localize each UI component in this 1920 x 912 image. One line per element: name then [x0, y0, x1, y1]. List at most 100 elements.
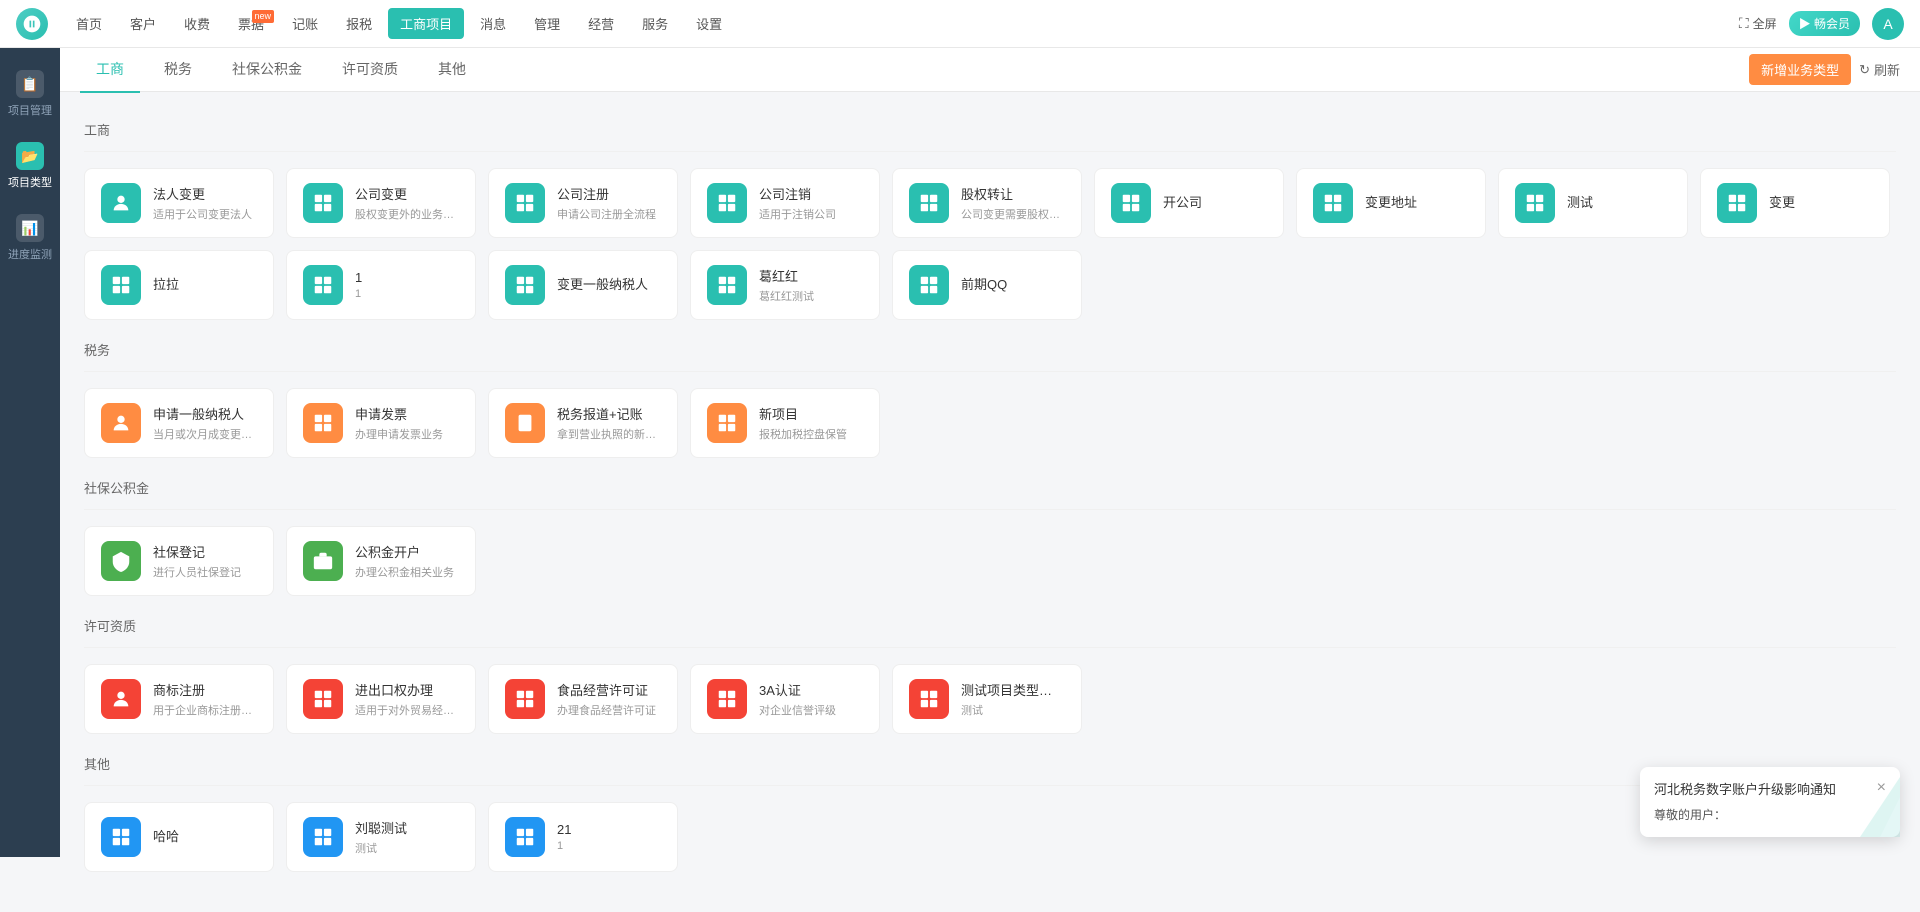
card-c2[interactable]: 公司变更 股权变更外的业务变更	[286, 168, 476, 238]
card-title-c4: 公司注销	[759, 184, 863, 203]
card-c8[interactable]: 测试	[1498, 168, 1688, 238]
card-text-s2: 公积金开户 办理公积金相关业务	[355, 542, 459, 580]
card-title-t1: 申请一般纳税人	[153, 404, 257, 423]
shebao-cards: 社保登记 进行人员社保登记 公积金开户 办理公积金相关业务	[84, 526, 1896, 596]
card-icon-s2	[303, 541, 343, 581]
card-q2[interactable]: 刘聪测试 测试	[286, 802, 476, 872]
tab-shebao[interactable]: 社保公积金	[216, 47, 318, 93]
nav-manage[interactable]: 管理	[522, 8, 572, 39]
card-c3[interactable]: 公司注册 申请公司注册全流程	[488, 168, 678, 238]
nav-service[interactable]: 服务	[630, 8, 680, 39]
card-icon-q3	[505, 817, 545, 857]
tab-gongshang[interactable]: 工商	[80, 47, 140, 93]
card-icon-c4	[707, 183, 747, 223]
card-x5[interactable]: 测试项目类型目定义 测试	[892, 664, 1082, 734]
card-desc-c3: 申请公司注册全流程	[557, 206, 661, 222]
card-c14[interactable]: 前期QQ	[892, 250, 1082, 320]
card-desc-q3: 1	[557, 840, 661, 852]
card-title-t3: 税务报道+记账	[557, 404, 661, 423]
card-icon-c1	[101, 183, 141, 223]
card-title-s1: 社保登记	[153, 542, 257, 561]
card-title-c5: 股权转让	[961, 184, 1065, 203]
nav-settings[interactable]: 设置	[684, 8, 734, 39]
xuke-cards: 商标注册 用于企业商标注册服务 进出口权办理 适用于对外贸易经营者 食品经营许可…	[84, 664, 1896, 734]
card-text-c12: 变更一般纳税人	[557, 274, 661, 296]
section-title-shuiwu: 税务	[84, 340, 1896, 359]
tab-xuke[interactable]: 许可资质	[326, 47, 414, 93]
card-c9[interactable]: 变更	[1700, 168, 1890, 238]
vip-btn[interactable]: ▶ 畅会员	[1789, 11, 1860, 36]
logo[interactable]	[16, 8, 48, 40]
card-t4[interactable]: 新项目 报税加税控盘保管	[690, 388, 880, 458]
divider-gongshang	[84, 151, 1896, 152]
card-text-t2: 申请发票 办理申请发票业务	[355, 404, 459, 442]
sidebar: 📋 项目管理 📂 项目类型 📊 进度监测	[0, 48, 60, 857]
project-type-icon: 📂	[16, 142, 44, 170]
nav-items: 首页 客户 收费 票据 new 记账 报税 工商项目 消息 管理 经营 服务 设…	[64, 8, 1739, 39]
card-text-s1: 社保登记 进行人员社保登记	[153, 542, 257, 580]
card-x4[interactable]: 3A认证 对企业信誉评级	[690, 664, 880, 734]
section-title-shebao: 社保公积金	[84, 478, 1896, 497]
sidebar-item-project-manage[interactable]: 📋 项目管理	[0, 60, 60, 128]
card-c13[interactable]: 葛红红 葛红红测试	[690, 250, 880, 320]
refresh-button[interactable]: ↻ 刷新	[1859, 60, 1900, 79]
card-icon-c8	[1515, 183, 1555, 223]
section-title-gongshang: 工商	[84, 120, 1896, 139]
card-c1[interactable]: 法人变更 适用于公司变更法人	[84, 168, 274, 238]
card-s1[interactable]: 社保登记 进行人员社保登记	[84, 526, 274, 596]
tab-shuiwu[interactable]: 税务	[148, 47, 208, 93]
card-text-q1: 哈哈	[153, 826, 257, 848]
card-x2[interactable]: 进出口权办理 适用于对外贸易经营者	[286, 664, 476, 734]
card-title-c10: 拉拉	[153, 274, 257, 293]
sidebar-item-progress[interactable]: 📊 进度监测	[0, 204, 60, 272]
card-c11[interactable]: 1 1	[286, 250, 476, 320]
nav-billing[interactable]: 收费	[172, 8, 222, 39]
card-icon-q1	[101, 817, 141, 857]
nav-message[interactable]: 消息	[468, 8, 518, 39]
card-desc-t1: 当月或次月成变更完成	[153, 426, 257, 442]
card-t2[interactable]: 申请发票 办理申请发票业务	[286, 388, 476, 458]
card-c10[interactable]: 拉拉	[84, 250, 274, 320]
new-badge: new	[252, 10, 275, 23]
card-c7[interactable]: 变更地址	[1296, 168, 1486, 238]
card-desc-t2: 办理申请发票业务	[355, 426, 459, 442]
card-icon-c7	[1313, 183, 1353, 223]
gongshang-cards: 法人变更 适用于公司变更法人 公司变更 股权变更外的业务变更 公司注册 申请公司…	[84, 168, 1896, 320]
card-s2[interactable]: 公积金开户 办理公积金相关业务	[286, 526, 476, 596]
nav-tax[interactable]: 报税	[334, 8, 384, 39]
nav-bookkeeping[interactable]: 记账	[280, 8, 330, 39]
nav-client[interactable]: 客户	[118, 8, 168, 39]
card-q1[interactable]: 哈哈	[84, 802, 274, 872]
card-title-q2: 刘聪测试	[355, 818, 459, 837]
card-text-c4: 公司注销 适用于注销公司	[759, 184, 863, 222]
card-x3[interactable]: 食品经营许可证 办理食品经营许可证	[488, 664, 678, 734]
card-c5[interactable]: 股权转让 公司变更需要股权转让	[892, 168, 1082, 238]
nav-business[interactable]: 工商项目	[388, 8, 464, 39]
nav-home[interactable]: 首页	[64, 8, 114, 39]
card-icon-c3	[505, 183, 545, 223]
card-text-c2: 公司变更 股权变更外的业务变更	[355, 184, 459, 222]
card-icon-c11	[303, 265, 343, 305]
card-c6[interactable]: 开公司	[1094, 168, 1284, 238]
card-icon-q2	[303, 817, 343, 857]
card-desc-c5: 公司变更需要股权转让	[961, 206, 1065, 222]
card-t1[interactable]: 申请一般纳税人 当月或次月成变更完成	[84, 388, 274, 458]
card-c12[interactable]: 变更一般纳税人	[488, 250, 678, 320]
avatar[interactable]: A	[1872, 8, 1904, 40]
tab-qita[interactable]: 其他	[422, 47, 482, 93]
sidebar-item-project-type[interactable]: 📂 项目类型	[0, 132, 60, 200]
card-title-c1: 法人变更	[153, 184, 257, 203]
card-c4[interactable]: 公司注销 适用于注销公司	[690, 168, 880, 238]
card-q3[interactable]: 21 1	[488, 802, 678, 872]
nav-operation[interactable]: 经营	[576, 8, 626, 39]
card-icon-t2	[303, 403, 343, 443]
fullscreen-btn[interactable]: ⛶ 全屏	[1739, 15, 1777, 32]
add-type-button[interactable]: 新增业务类型	[1749, 54, 1851, 85]
card-desc-c13: 葛红红测试	[759, 288, 863, 304]
card-t3[interactable]: 税务报道+记账 拿到营业执照的新公司	[488, 388, 678, 458]
nav-ticket[interactable]: 票据 new	[226, 8, 276, 39]
card-title-c8: 测试	[1567, 192, 1671, 211]
card-icon-x1	[101, 679, 141, 719]
card-x1[interactable]: 商标注册 用于企业商标注册服务	[84, 664, 274, 734]
card-desc-q2: 测试	[355, 840, 459, 856]
